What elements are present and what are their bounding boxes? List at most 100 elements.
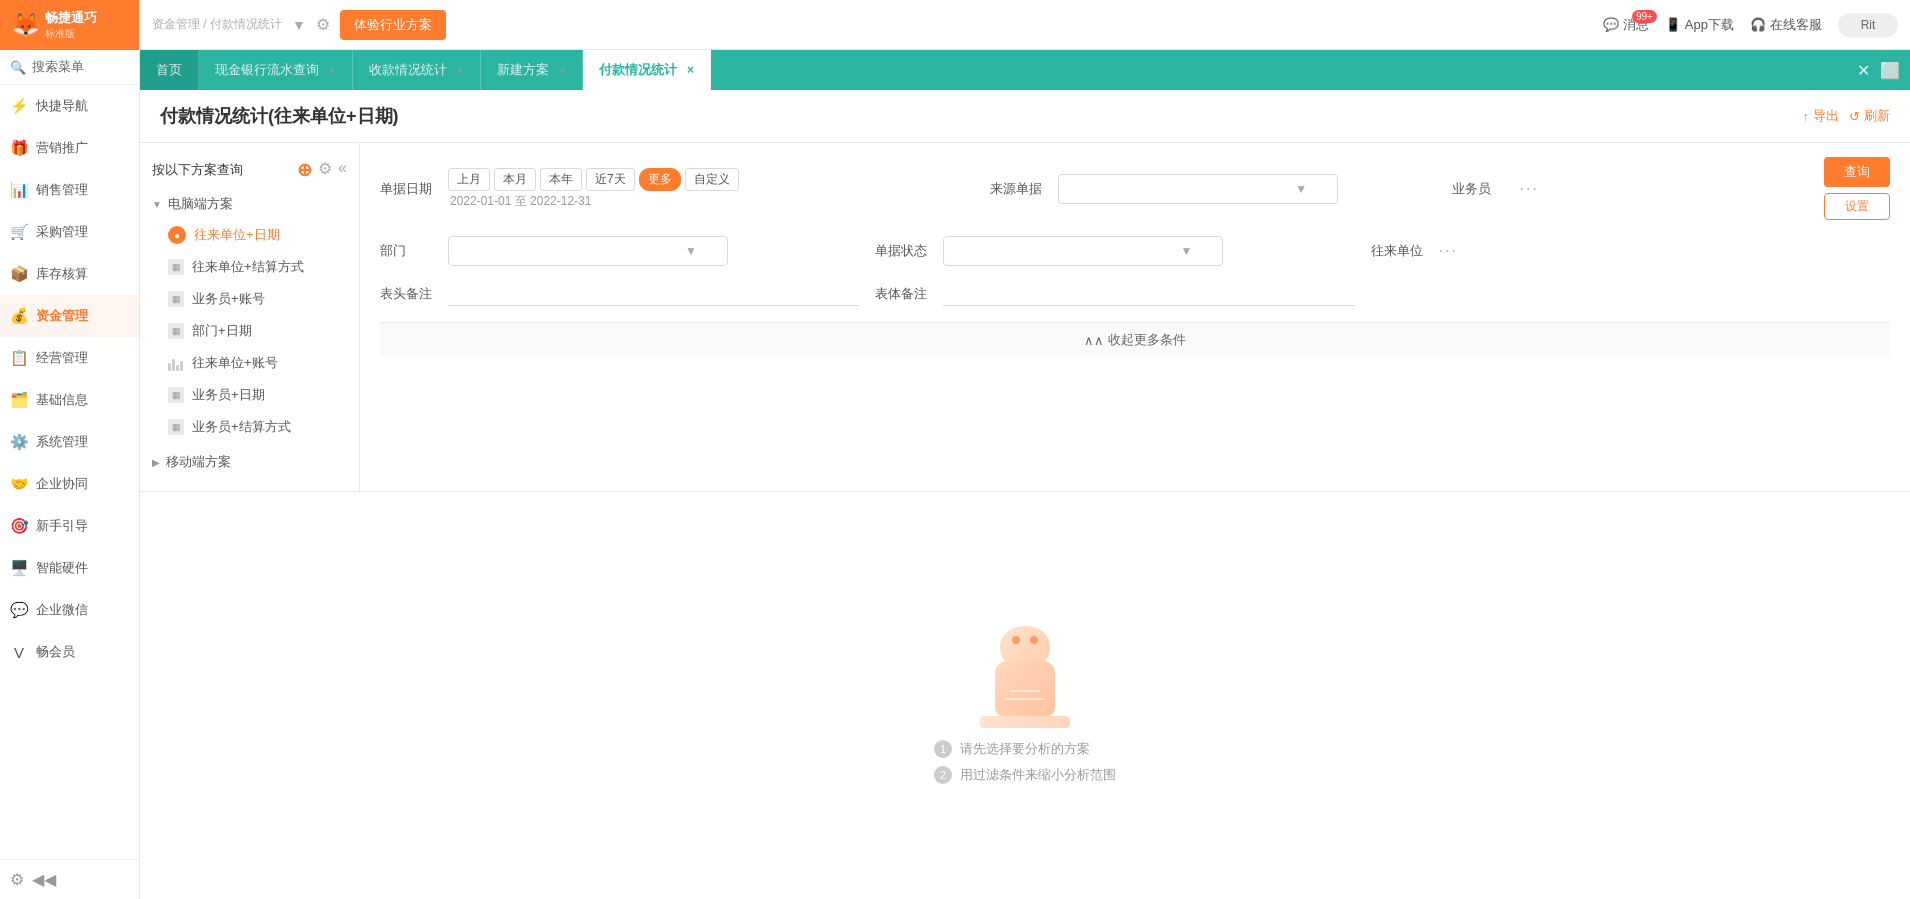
filter-source-select[interactable]: ▼ bbox=[1058, 174, 1338, 204]
trial-btn[interactable]: 体验行业方案 bbox=[340, 10, 446, 40]
collapse-more-btn[interactable]: ∧∧ 收起更多条件 bbox=[380, 322, 1890, 357]
filter-settings-btn[interactable]: 设置 bbox=[1824, 193, 1890, 220]
filter-salesman-dots[interactable]: ··· bbox=[1520, 180, 1539, 198]
scheme-item-partner-account[interactable]: 往来单位+账号 bbox=[140, 347, 359, 379]
sidebar-item-company[interactable]: 🤝 企业协同 bbox=[0, 463, 139, 505]
date-btn-this-month[interactable]: 本月 bbox=[494, 168, 536, 191]
tab-new-scheme[interactable]: 新建方案 × bbox=[481, 50, 583, 90]
tab-receipt-close-icon[interactable]: × bbox=[457, 63, 464, 77]
export-btn[interactable]: ↑ 导出 bbox=[1803, 107, 1840, 125]
scheme-section-pc-header[interactable]: ▼ 电脑端方案 bbox=[140, 189, 359, 219]
sidebar-item-inventory[interactable]: 📦 库存核算 bbox=[0, 253, 139, 295]
sidebar-item-operation[interactable]: 📋 经营管理 bbox=[0, 337, 139, 379]
scheme-section-mobile-header[interactable]: ▶ 移动端方案 bbox=[140, 447, 359, 477]
tab-new-scheme-close-icon[interactable]: × bbox=[559, 63, 566, 77]
sidebar-item-purchase[interactable]: 🛒 采购管理 bbox=[0, 211, 139, 253]
topbar-app-download[interactable]: 📱 App下载 bbox=[1665, 16, 1734, 34]
topbar-gear-icon[interactable]: ⚙ bbox=[316, 15, 330, 34]
filter-date-field: 单据日期 上月 本月 本年 近7天 更多 自定义 2022-01-01 至 20… bbox=[380, 168, 974, 210]
date-btn-this-year[interactable]: 本年 bbox=[540, 168, 582, 191]
scheme-sq-icon: ▦ bbox=[168, 291, 184, 307]
scheme-active-dot: ● bbox=[168, 226, 186, 244]
tab-receipt[interactable]: 收款情况统计 × bbox=[353, 50, 481, 90]
content: 付款情况统计(往来单位+日期) ↑ 导出 ↺ 刷新 按以下方案查询 ⊕ bbox=[140, 90, 1910, 899]
filter-docstatus-select[interactable]: ▼ bbox=[943, 236, 1223, 266]
filter-date-label: 单据日期 bbox=[380, 180, 440, 198]
scheme-sq-icon: ▦ bbox=[168, 419, 184, 435]
sidebar-item-member[interactable]: V 畅会员 bbox=[0, 631, 139, 673]
system-icon: ⚙️ bbox=[10, 433, 28, 451]
topbar: 资金管理 / 付款情况统计 ▼ ⚙ 体验行业方案 💬 消息 99+ 📱 App下… bbox=[140, 0, 1910, 50]
filter-dept-select[interactable]: ▼ bbox=[448, 236, 728, 266]
filter-body-note-field: 表体备注 bbox=[875, 282, 1354, 306]
topbar-chevron-icon[interactable]: ▼ bbox=[292, 17, 306, 33]
guide-icon: 🎯 bbox=[10, 517, 28, 535]
tab-bank-close-icon[interactable]: × bbox=[329, 63, 336, 77]
empty-illustration bbox=[965, 608, 1085, 728]
tab-payment-close-icon[interactable]: × bbox=[687, 63, 694, 77]
scheme-sq-icon: ▦ bbox=[168, 259, 184, 275]
filter-source-label: 来源单据 bbox=[990, 180, 1050, 198]
scheme-item-partner-date[interactable]: ● 往来单位+日期 bbox=[140, 219, 359, 251]
date-btn-7days[interactable]: 近7天 bbox=[586, 168, 635, 191]
refresh-btn[interactable]: ↺ 刷新 bbox=[1849, 107, 1890, 125]
sidebar-item-capital[interactable]: 💰 资金管理 bbox=[0, 295, 139, 337]
filter-body-note-input[interactable] bbox=[943, 282, 1354, 306]
sidebar-item-label: 库存核算 bbox=[36, 265, 88, 283]
filter-partner-dots[interactable]: ··· bbox=[1439, 242, 1458, 260]
hint-2-text: 用过滤条件来缩小分析范围 bbox=[960, 766, 1116, 784]
sidebar-item-wechat[interactable]: 💬 企业微信 bbox=[0, 589, 139, 631]
scheme-item-label: 业务员+结算方式 bbox=[192, 418, 291, 436]
tab-home[interactable]: 首页 bbox=[140, 50, 199, 90]
date-btn-more[interactable]: 更多 bbox=[639, 168, 681, 191]
tab-payment[interactable]: 付款情况统计 × bbox=[583, 50, 711, 90]
sidebar-search-label: 搜索菜单 bbox=[32, 58, 84, 76]
tab-bank[interactable]: 现金银行流水查询 × bbox=[199, 50, 353, 90]
main-area: 资金管理 / 付款情况统计 ▼ ⚙ 体验行业方案 💬 消息 99+ 📱 App下… bbox=[140, 0, 1910, 899]
scheme-item-salesman-account[interactable]: ▦ 业务员+账号 bbox=[140, 283, 359, 315]
settings-footer-icon[interactable]: ⚙ bbox=[10, 870, 24, 889]
sidebar-item-basic[interactable]: 🗂️ 基础信息 bbox=[0, 379, 139, 421]
sidebar-item-sales[interactable]: 📊 销售管理 bbox=[0, 169, 139, 211]
sidebar-item-hardware[interactable]: 🖥️ 智能硬件 bbox=[0, 547, 139, 589]
filter-header-note-label: 表头备注 bbox=[380, 285, 440, 303]
sidebar-item-marketing[interactable]: 🎁 营销推广 bbox=[0, 127, 139, 169]
tabbar-expand-icon[interactable]: ⬜ bbox=[1880, 61, 1900, 80]
sidebar-nav: ⚡ 快捷导航 🎁 营销推广 📊 销售管理 🛒 采购管理 📦 库存核算 💰 资金管… bbox=[0, 85, 139, 859]
collapse-sidebar-icon[interactable]: ◀◀ bbox=[32, 870, 56, 889]
filter-panel: 按以下方案查询 ⊕ ⚙ « ▼ 电脑端方案 ● 往来单位+日期 bbox=[140, 143, 1910, 492]
add-scheme-icon[interactable]: ⊕ bbox=[297, 159, 312, 181]
topbar-message[interactable]: 💬 消息 99+ bbox=[1603, 16, 1649, 34]
date-btn-last-month[interactable]: 上月 bbox=[448, 168, 490, 191]
filter-header-note-input[interactable] bbox=[448, 282, 859, 306]
sidebar-item-quick-nav[interactable]: ⚡ 快捷导航 bbox=[0, 85, 139, 127]
scheme-sq-icon: ▦ bbox=[168, 387, 184, 403]
user-avatar[interactable]: Rit bbox=[1838, 13, 1898, 37]
scheme-item-dept-date[interactable]: ▦ 部门+日期 bbox=[140, 315, 359, 347]
sidebar-item-guide[interactable]: 🎯 新手引导 bbox=[0, 505, 139, 547]
sidebar-search[interactable]: 🔍 搜索菜单 bbox=[0, 50, 139, 85]
tabbar-close-icon[interactable]: ✕ bbox=[1857, 61, 1870, 80]
filter-source-field: 来源单据 ▼ bbox=[990, 174, 1436, 204]
date-btn-custom[interactable]: 自定义 bbox=[685, 168, 739, 191]
scheme-bar-icon bbox=[168, 355, 184, 371]
scheme-panel: 按以下方案查询 ⊕ ⚙ « ▼ 电脑端方案 ● 往来单位+日期 bbox=[140, 143, 360, 491]
scheme-item-salesman-settlement[interactable]: ▦ 业务员+结算方式 bbox=[140, 411, 359, 443]
collapse-more-icon: ∧∧ bbox=[1084, 333, 1104, 348]
filter-partner-field: 往来单位 ··· bbox=[1371, 242, 1754, 260]
app-icon: 📱 bbox=[1665, 17, 1681, 32]
filter-header-note-field: 表头备注 bbox=[380, 282, 859, 306]
pc-section-arrow-icon: ▼ bbox=[152, 199, 162, 210]
query-btn[interactable]: 查询 bbox=[1824, 157, 1890, 187]
scheme-item-label: 业务员+账号 bbox=[192, 290, 265, 308]
collapse-scheme-icon[interactable]: « bbox=[338, 159, 347, 181]
scheme-item-partner-settlement[interactable]: ▦ 往来单位+结算方式 bbox=[140, 251, 359, 283]
sidebar-item-label: 智能硬件 bbox=[36, 559, 88, 577]
topbar-online-service[interactable]: 🎧 在线客服 bbox=[1750, 16, 1822, 34]
scheme-item-salesman-date[interactable]: ▦ 业务员+日期 bbox=[140, 379, 359, 411]
settings-scheme-icon[interactable]: ⚙ bbox=[318, 159, 332, 181]
pc-section-label: 电脑端方案 bbox=[168, 195, 233, 213]
filter-row-1: 单据日期 上月 本月 本年 近7天 更多 自定义 2022-01-01 至 20… bbox=[380, 157, 1890, 220]
sidebar-item-system[interactable]: ⚙️ 系统管理 bbox=[0, 421, 139, 463]
page-header: 付款情况统计(往来单位+日期) ↑ 导出 ↺ 刷新 bbox=[140, 90, 1910, 143]
